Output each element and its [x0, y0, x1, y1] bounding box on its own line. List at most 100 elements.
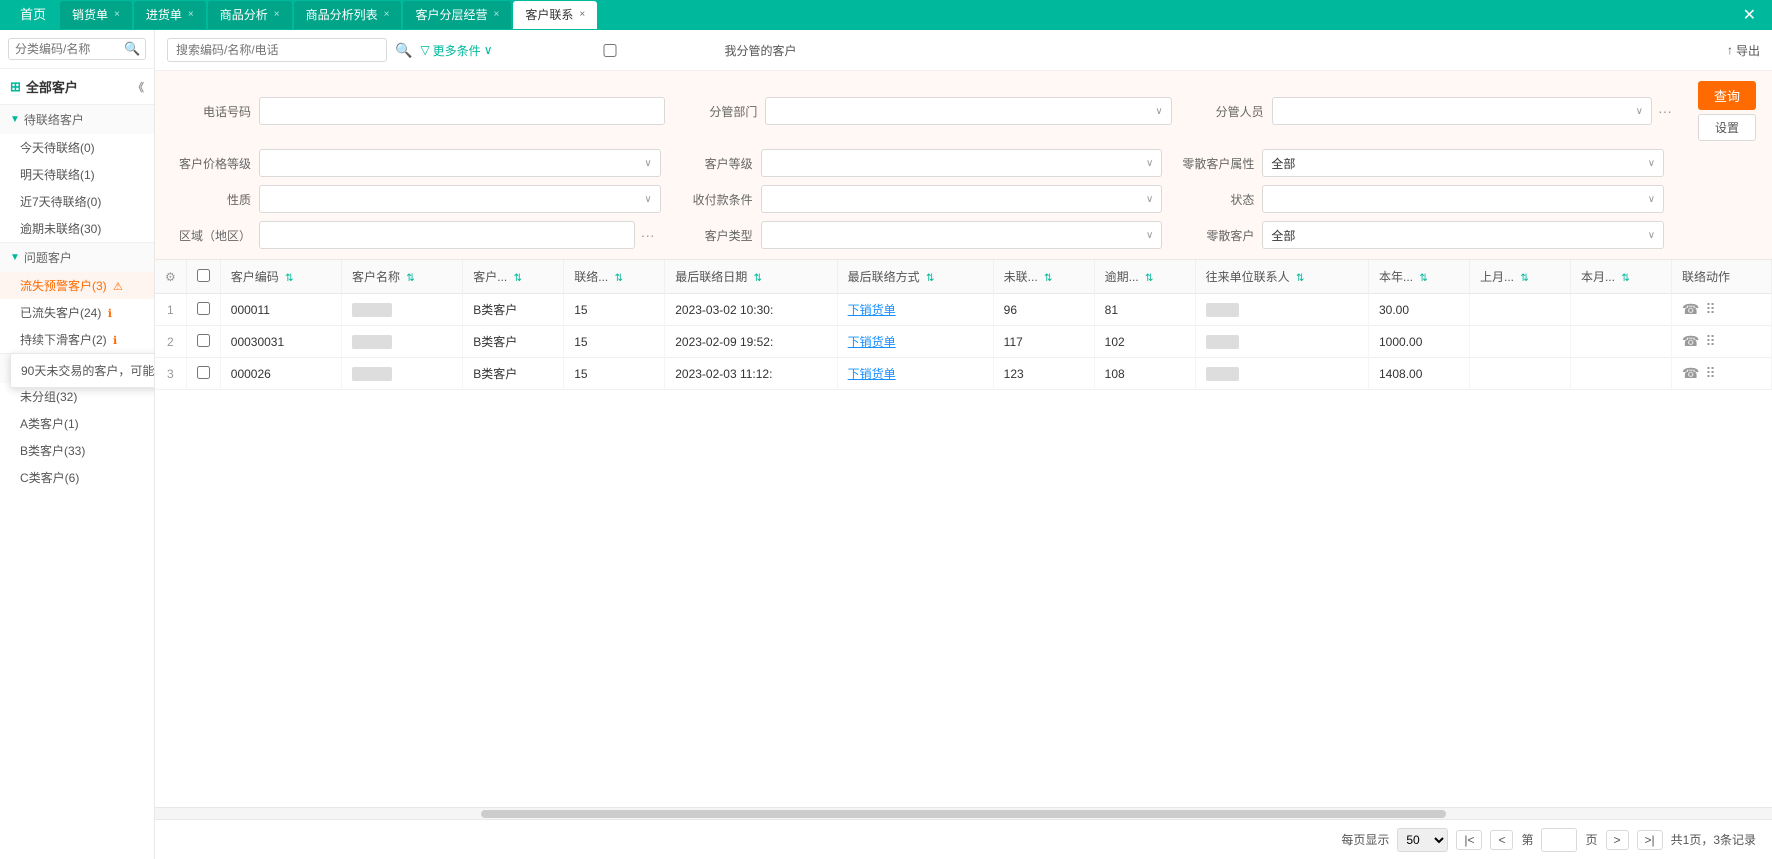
last-method-link[interactable]: 下销货单 [848, 303, 896, 317]
filter-dept: 分管部门 ∨ [677, 97, 1171, 125]
col-this-month: 本月... ⇅ [1570, 260, 1671, 294]
overdue-days: 108 [1094, 358, 1195, 390]
tab-purchase-order[interactable]: 进货单 × [134, 1, 206, 29]
row-number: 2 [155, 326, 186, 358]
row-check[interactable] [197, 366, 210, 379]
filter-retail: 零散客户 全部 ∨ [1174, 221, 1664, 249]
customer-code: 000011 [220, 294, 341, 326]
more-actions-icon[interactable]: ⠿ [1705, 333, 1715, 350]
close-icon[interactable]: × [188, 1, 194, 29]
tab-customer-contact[interactable]: 客户联系 × [513, 1, 597, 29]
more-filter-button[interactable]: ▽ 更多条件 ∨ [420, 42, 492, 59]
nature-dropdown[interactable]: ∨ [259, 185, 661, 213]
top-nav: 首页 销货单 × 进货单 × 商品分析 × 商品分析列表 × 客户分层经营 × … [0, 0, 1772, 30]
contact-icon[interactable]: ☎ [1682, 301, 1699, 318]
close-icon[interactable]: × [274, 1, 280, 29]
my-customer-checkbox[interactable]: 我分管的客户 [500, 42, 796, 59]
first-page-button[interactable]: |< [1456, 830, 1482, 850]
last-method-link[interactable]: 下销货单 [848, 367, 896, 381]
tab-customer-tier[interactable]: 客户分层经营 × [403, 1, 511, 29]
chevron-down-icon: ∨ [644, 194, 651, 205]
row-checkbox [186, 294, 220, 326]
window-close-button[interactable]: ✕ [1735, 5, 1764, 25]
price-tier-dropdown[interactable]: ∨ [259, 149, 661, 177]
arrow-icon: ▼ [10, 114, 20, 125]
retail-attr-dropdown[interactable]: 全部 ∨ [1262, 149, 1664, 177]
customer-type-dropdown[interactable]: ∨ [761, 221, 1163, 249]
col-last-month: 上月... ⇅ [1469, 260, 1570, 294]
sidebar-item-class-c[interactable]: C类客户(6) [0, 464, 154, 491]
sidebar-item-class-b[interactable]: B类客户(33) [0, 437, 154, 464]
payment-dropdown[interactable]: ∨ [761, 185, 1163, 213]
status-dropdown[interactable]: ∨ [1262, 185, 1664, 213]
query-button[interactable]: 查询 [1698, 81, 1756, 110]
all-customers-header[interactable]: ⊞ 全部客户 《 [0, 69, 154, 104]
section-title-pending[interactable]: ▼ 待联络客户 [0, 104, 154, 134]
sidebar-item-tomorrow[interactable]: 明天待联络(1) [0, 161, 154, 188]
retail-dropdown[interactable]: 全部 ∨ [1262, 221, 1664, 249]
select-all-checkbox[interactable] [197, 269, 210, 282]
more-actions-icon[interactable]: ⠿ [1705, 365, 1715, 382]
per-page-select[interactable]: 50 20 100 [1397, 828, 1448, 852]
contact-icon[interactable]: ☎ [1682, 365, 1699, 382]
row-check[interactable] [197, 334, 210, 347]
tab-sales-order[interactable]: 销货单 × [60, 1, 132, 29]
customer-tier-dropdown[interactable]: ∨ [761, 149, 1163, 177]
tooltip-bubble: 90天未交易的客户，可能有流失风险。 [10, 353, 155, 388]
last-page-button[interactable]: >| [1637, 830, 1663, 850]
contact-icon[interactable]: ☎ [1682, 333, 1699, 350]
region-input[interactable] [259, 221, 635, 249]
last-method-link[interactable]: 下销货单 [848, 335, 896, 349]
sort-icon: ⇅ [406, 273, 414, 284]
dept-dropdown[interactable]: ∨ [765, 97, 1171, 125]
export-button[interactable]: ↑ 导出 [1727, 42, 1760, 59]
col-name: 客户名称 ⇅ [342, 260, 463, 294]
tab-label: 商品分析 [220, 1, 268, 29]
dept-label: 分管部门 [677, 103, 757, 120]
sidebar-item-churn-warning[interactable]: 流失预警客户(3) ⚠ [0, 272, 154, 299]
sidebar-item-class-a[interactable]: A类客户(1) [0, 410, 154, 437]
page-number-input[interactable]: 1 [1541, 828, 1577, 852]
sidebar-item-7days[interactable]: 近7天待联络(0) [0, 188, 154, 215]
sidebar-item-overdue[interactable]: 逾期未联络(30) [0, 215, 154, 242]
row-check[interactable] [197, 302, 210, 315]
customer-code: 000026 [220, 358, 341, 390]
row-actions: ☎ ⠿ [1671, 294, 1771, 326]
col-settings[interactable]: ⚙ [155, 260, 186, 294]
close-icon[interactable]: × [114, 1, 120, 29]
chevron-down-icon: ∨ [1146, 158, 1153, 169]
total-info: 共1页，3条记录 [1671, 831, 1756, 848]
last-month-amount [1469, 326, 1570, 358]
region-more-button[interactable]: ··· [635, 227, 661, 243]
chevron-down-icon: ∨ [1146, 194, 1153, 205]
horizontal-scrollbar[interactable] [155, 807, 1772, 819]
more-button[interactable]: ··· [1652, 103, 1678, 119]
contact-person [1195, 294, 1368, 326]
tab-label: 客户分层经营 [415, 1, 487, 29]
filter-phone: 电话号码 [171, 97, 665, 125]
home-tab[interactable]: 首页 [8, 0, 58, 30]
sidebar-item-churned[interactable]: 已流失客户(24) ℹ [0, 299, 154, 326]
customer-name [342, 294, 463, 326]
phone-input[interactable] [259, 97, 665, 125]
section-title-problem[interactable]: ▼ 问题客户 [0, 242, 154, 272]
more-actions-icon[interactable]: ⠿ [1705, 301, 1715, 318]
settings-button[interactable]: 设置 [1698, 114, 1756, 141]
scroll-thumb[interactable] [481, 810, 1446, 818]
close-icon[interactable]: × [579, 1, 585, 29]
filter-customer-type: 客户类型 ∨ [673, 221, 1163, 249]
search-input[interactable] [167, 38, 387, 62]
next-page-button[interactable]: > [1606, 830, 1629, 850]
tab-product-analysis[interactable]: 商品分析 × [208, 1, 292, 29]
sidebar-item-declining[interactable]: 持续下滑客户(2) ℹ [0, 326, 154, 353]
manager-dropdown[interactable]: ∨ [1272, 97, 1652, 125]
sidebar-item-today[interactable]: 今天待联络(0) [0, 134, 154, 161]
close-icon[interactable]: × [493, 1, 499, 29]
my-customer-check[interactable] [500, 44, 720, 57]
close-icon[interactable]: × [384, 1, 390, 29]
sidebar-search-input[interactable] [8, 38, 146, 60]
tab-product-analysis-list[interactable]: 商品分析列表 × [294, 1, 402, 29]
manager-label: 分管人员 [1184, 103, 1264, 120]
search-button[interactable]: 🔍 [395, 42, 412, 59]
prev-page-button[interactable]: < [1490, 830, 1513, 850]
